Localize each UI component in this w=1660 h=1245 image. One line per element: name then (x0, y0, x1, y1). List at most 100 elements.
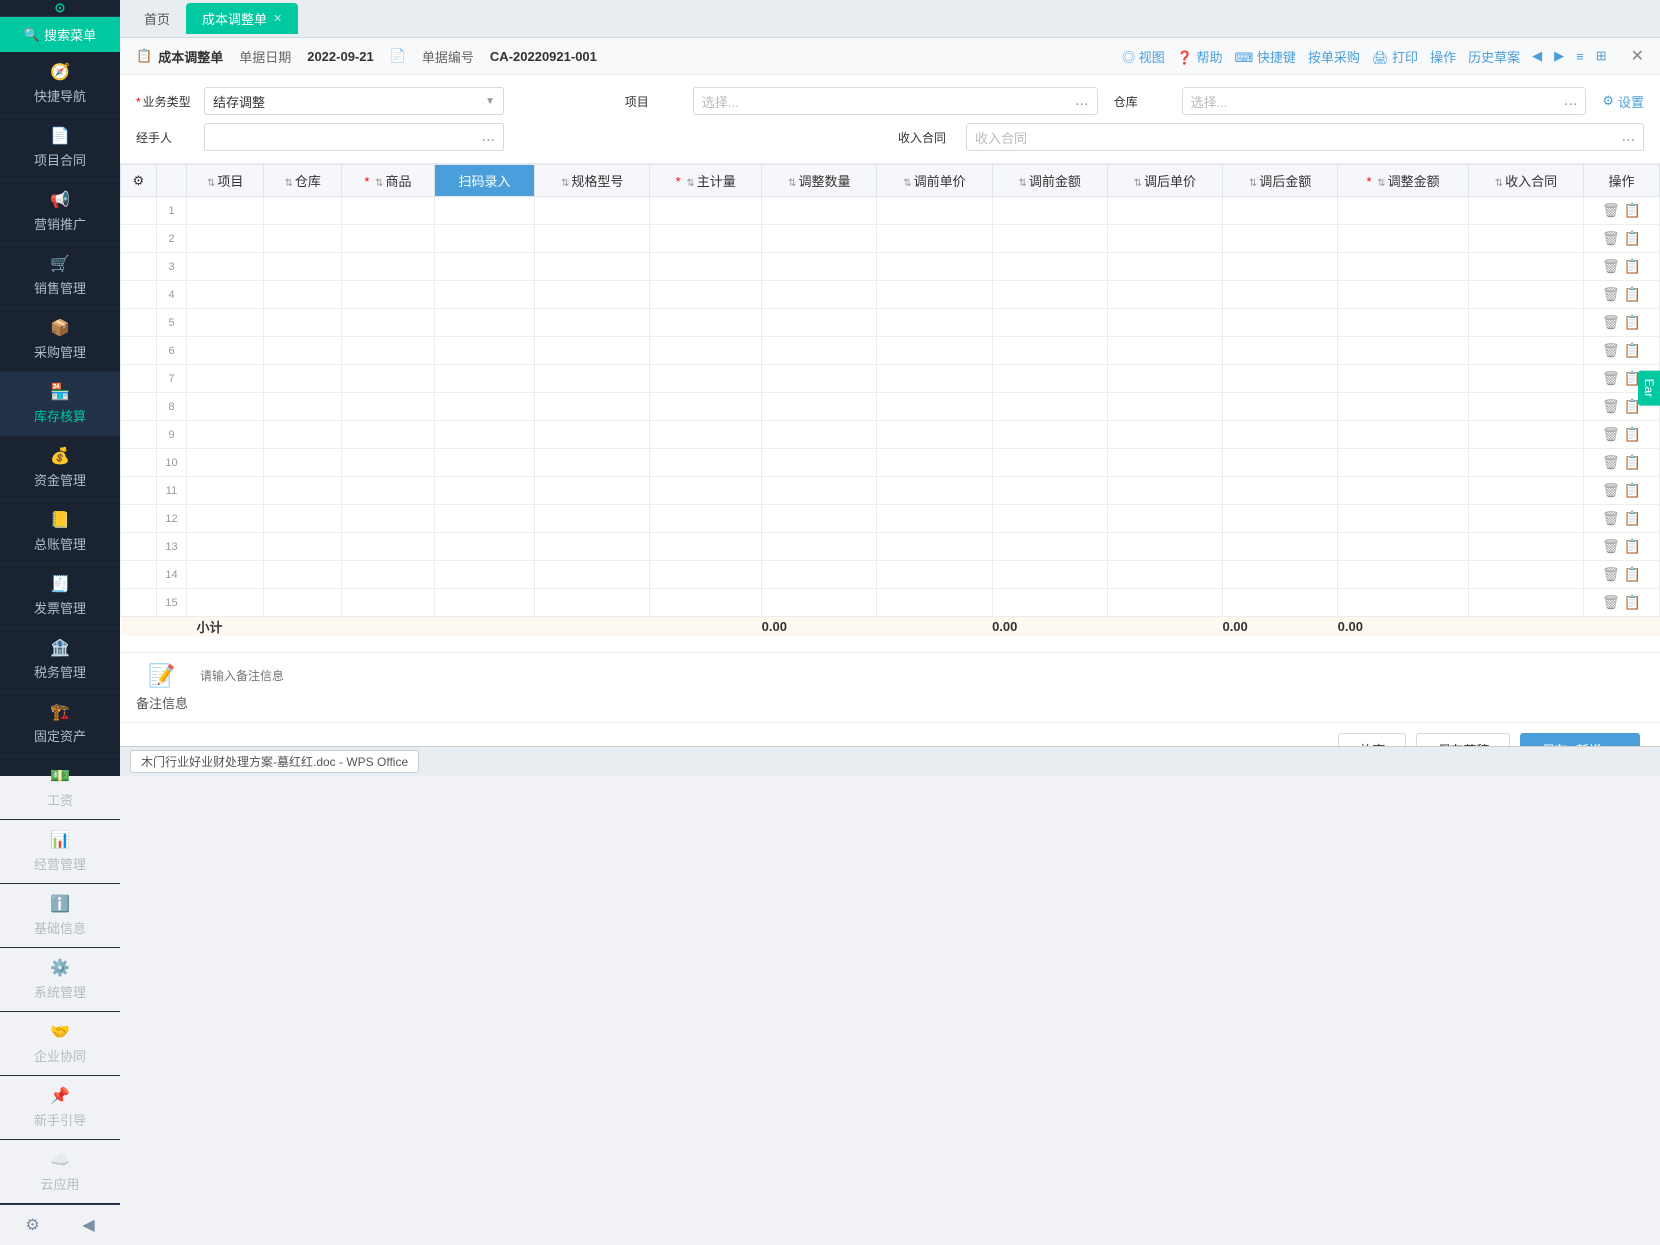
cell-after-amount[interactable] (1222, 281, 1337, 309)
sidebar-item-fixed-assets[interactable]: 🏗️ 固定资产 (0, 692, 120, 756)
form-close-button[interactable]: ✕ (1631, 46, 1644, 66)
row-copy-button[interactable]: 📋 (1624, 202, 1641, 219)
sidebar-item-project-contract[interactable]: 📄 项目合同 (0, 116, 120, 180)
row-copy-button[interactable]: 📋 (1624, 286, 1641, 303)
row-delete-button[interactable]: 🗑 (1602, 286, 1620, 303)
sidebar-item-ledger-mgmt[interactable]: 📒 总账管理 (0, 500, 120, 564)
row-delete-button[interactable]: 🗑 (1602, 230, 1620, 247)
cell-adjust-qty[interactable] (762, 505, 877, 533)
row-copy-button[interactable]: 📋 (1624, 538, 1641, 555)
cell-product[interactable] (341, 253, 434, 281)
col-income-contract-header[interactable]: ⇅收入合同 (1468, 165, 1583, 197)
view-list-icon[interactable]: ≡ (1576, 49, 1584, 64)
cell-warehouse[interactable] (264, 449, 341, 477)
project-input[interactable]: 选择... ... (693, 87, 1098, 115)
taskbar-item[interactable]: 木门行业好业财处理方案-墓红红.doc - WPS Office (130, 750, 419, 773)
cell-warehouse[interactable] (264, 561, 341, 589)
cell-project[interactable] (187, 421, 264, 449)
cell-before-price[interactable] (877, 309, 992, 337)
cell-scan[interactable] (434, 449, 534, 477)
cell-spec[interactable] (535, 225, 650, 253)
sidebar-item-tax-mgmt[interactable]: 🏦 税务管理 (0, 628, 120, 692)
cell-product[interactable] (341, 477, 434, 505)
cell-after-price[interactable] (1107, 225, 1222, 253)
sidebar-item-newcomer[interactable]: 📌 新手引导 (0, 1076, 120, 1140)
cell-project[interactable] (187, 337, 264, 365)
cell-warehouse[interactable] (264, 533, 341, 561)
sidebar-item-sales-mgmt[interactable]: 🛒 销售管理 (0, 244, 120, 308)
tab-cost-adjust[interactable]: 成本调整单 ✕ (186, 3, 298, 34)
cell-scan[interactable] (434, 421, 534, 449)
cell-before-amount[interactable] (992, 337, 1107, 365)
cell-unit[interactable] (650, 589, 762, 617)
cell-before-price[interactable] (877, 449, 992, 477)
cell-adjust-amount[interactable] (1338, 197, 1469, 225)
cell-product[interactable] (341, 421, 434, 449)
cell-income-contract[interactable] (1468, 197, 1583, 225)
row-checkbox[interactable] (121, 253, 157, 281)
cell-adjust-qty[interactable] (762, 337, 877, 365)
row-checkbox[interactable] (121, 533, 157, 561)
cell-scan[interactable] (434, 281, 534, 309)
cell-product[interactable] (341, 337, 434, 365)
help-action[interactable]: ❓ 帮助 (1177, 47, 1223, 66)
cell-warehouse[interactable] (264, 197, 341, 225)
row-copy-button[interactable]: 📋 (1624, 510, 1641, 527)
row-checkbox[interactable] (121, 197, 157, 225)
cell-adjust-amount[interactable] (1338, 393, 1469, 421)
row-copy-button[interactable]: 📋 (1624, 594, 1641, 611)
sidebar-item-purchase-mgmt[interactable]: 📦 采购管理 (0, 308, 120, 372)
row-checkbox[interactable] (121, 337, 157, 365)
cell-after-amount[interactable] (1222, 449, 1337, 477)
cell-project[interactable] (187, 505, 264, 533)
cell-spec[interactable] (535, 449, 650, 477)
col-product-header[interactable]: ⇅商品 (341, 165, 434, 197)
cell-project[interactable] (187, 197, 264, 225)
cell-before-amount[interactable] (992, 561, 1107, 589)
col-spec-header[interactable]: ⇅规格型号 (535, 165, 650, 197)
cell-scan[interactable] (434, 589, 534, 617)
col-project-header[interactable]: ⇅项目 (187, 165, 264, 197)
notes-input[interactable] (200, 663, 1644, 695)
cell-scan[interactable] (434, 505, 534, 533)
cell-after-price[interactable] (1107, 253, 1222, 281)
cell-scan[interactable] (434, 561, 534, 589)
cell-before-amount[interactable] (992, 477, 1107, 505)
cell-adjust-amount[interactable] (1338, 505, 1469, 533)
sidebar-item-sales-promo[interactable]: 📢 营销推广 (0, 180, 120, 244)
cell-before-amount[interactable] (992, 449, 1107, 477)
cell-warehouse[interactable] (264, 225, 341, 253)
cell-before-price[interactable] (877, 365, 992, 393)
cell-scan[interactable] (434, 533, 534, 561)
row-checkbox[interactable] (121, 477, 157, 505)
cell-after-amount[interactable] (1222, 337, 1337, 365)
cell-after-price[interactable] (1107, 561, 1222, 589)
cell-before-price[interactable] (877, 253, 992, 281)
cell-unit[interactable] (650, 533, 762, 561)
cell-adjust-amount[interactable] (1338, 449, 1469, 477)
cell-before-amount[interactable] (992, 281, 1107, 309)
cell-warehouse[interactable] (264, 365, 341, 393)
cell-income-contract[interactable] (1468, 477, 1583, 505)
cell-after-price[interactable] (1107, 393, 1222, 421)
cell-before-amount[interactable] (992, 533, 1107, 561)
collapse-icon[interactable]: ◀ (82, 1215, 94, 1235)
purchase-action[interactable]: 按单采购 (1308, 47, 1360, 66)
cell-project[interactable] (187, 449, 264, 477)
cell-unit[interactable] (650, 393, 762, 421)
cell-product[interactable] (341, 589, 434, 617)
row-delete-button[interactable]: 🗑 (1602, 202, 1620, 219)
cell-adjust-amount[interactable] (1338, 281, 1469, 309)
cell-before-amount[interactable] (992, 393, 1107, 421)
cell-scan[interactable] (434, 309, 534, 337)
right-edge-tab[interactable]: Ear (1638, 371, 1660, 406)
cell-warehouse[interactable] (264, 505, 341, 533)
tab-home[interactable]: 首页 (128, 3, 186, 34)
sidebar-item-fund-mgmt[interactable]: 💰 资金管理 (0, 436, 120, 500)
cell-product[interactable] (341, 561, 434, 589)
cell-after-price[interactable] (1107, 421, 1222, 449)
cell-adjust-amount[interactable] (1338, 589, 1469, 617)
row-delete-button[interactable]: 🗑 (1602, 314, 1620, 331)
sidebar-item-invoice-mgmt[interactable]: 🧾 发票管理 (0, 564, 120, 628)
row-delete-button[interactable]: 🗑 (1602, 426, 1620, 443)
